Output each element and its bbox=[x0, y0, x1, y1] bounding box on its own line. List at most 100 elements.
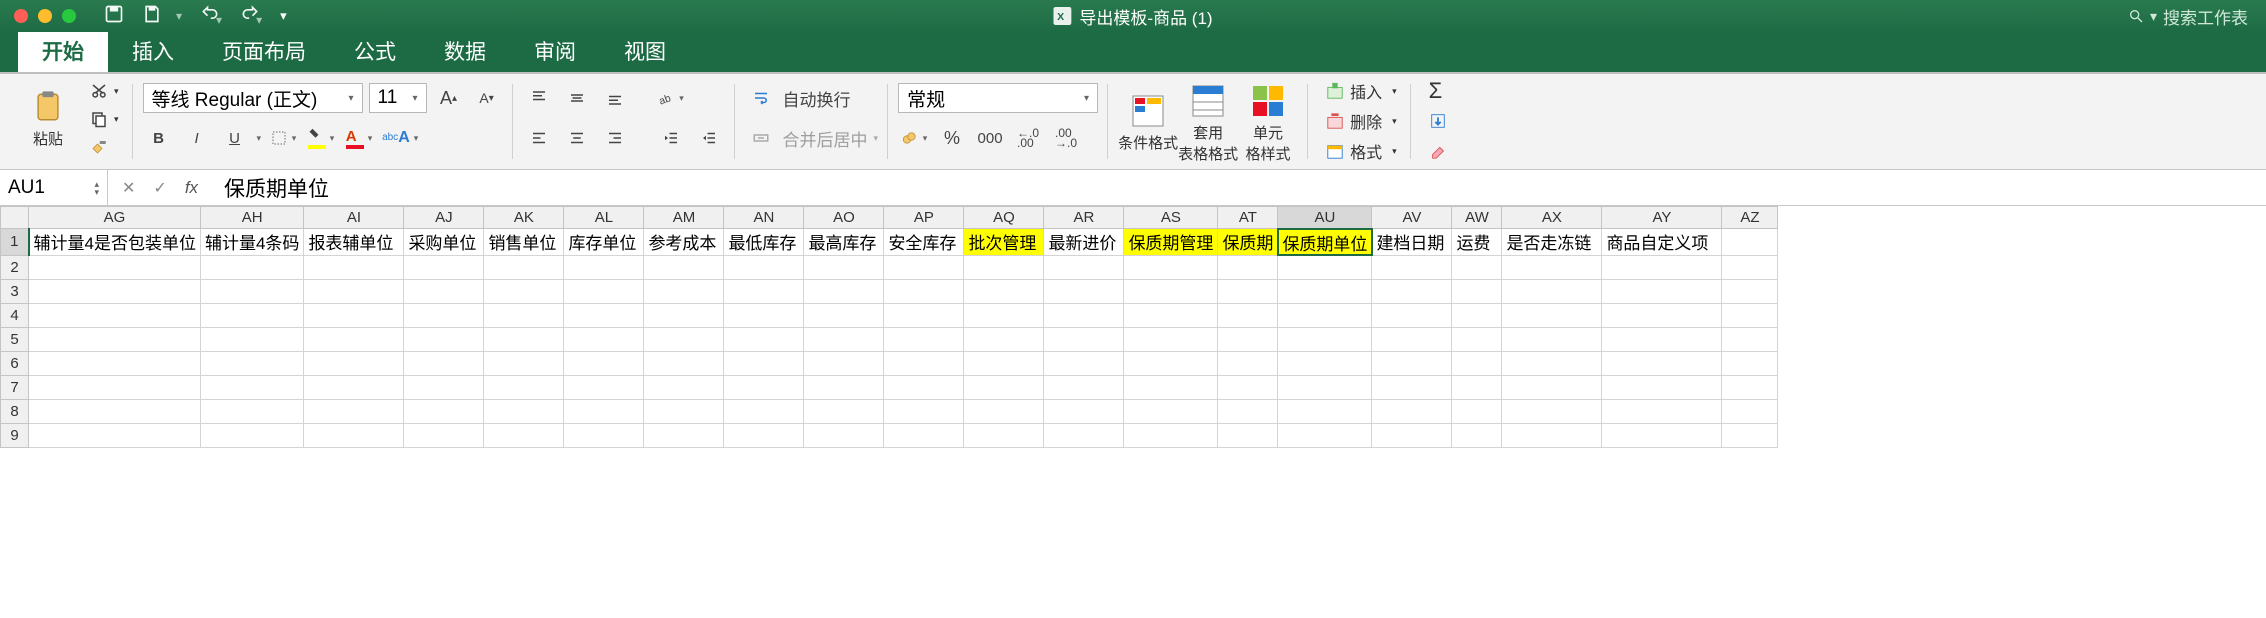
cell[interactable] bbox=[1372, 375, 1452, 399]
cell[interactable] bbox=[1124, 399, 1218, 423]
cell[interactable] bbox=[404, 279, 484, 303]
cell[interactable] bbox=[1124, 279, 1218, 303]
align-top-button[interactable] bbox=[523, 83, 555, 113]
format-as-table-button[interactable]: 套用 表格格式 bbox=[1178, 83, 1238, 165]
cell[interactable] bbox=[644, 423, 724, 447]
cell[interactable] bbox=[1124, 327, 1218, 351]
cell[interactable] bbox=[1372, 303, 1452, 327]
border-button[interactable] bbox=[267, 123, 299, 153]
tab-data[interactable]: 数据 bbox=[420, 30, 510, 72]
cell[interactable]: 参考成本 bbox=[644, 229, 724, 256]
cell[interactable] bbox=[304, 303, 404, 327]
cell[interactable]: 辅计量4条码 bbox=[200, 229, 303, 256]
cell[interactable] bbox=[1218, 423, 1278, 447]
cell[interactable] bbox=[804, 303, 884, 327]
cell[interactable] bbox=[404, 375, 484, 399]
cell[interactable] bbox=[884, 303, 964, 327]
wrap-text-button[interactable] bbox=[745, 83, 777, 113]
cell[interactable] bbox=[1218, 303, 1278, 327]
row-header[interactable]: 4 bbox=[1, 303, 29, 327]
cell[interactable] bbox=[964, 399, 1044, 423]
cell[interactable] bbox=[404, 255, 484, 279]
cell[interactable]: 采购单位 bbox=[404, 229, 484, 256]
fill-color-button[interactable] bbox=[305, 123, 337, 153]
align-right-button[interactable] bbox=[599, 123, 631, 153]
cell[interactable] bbox=[200, 303, 303, 327]
cell[interactable] bbox=[1372, 327, 1452, 351]
cell[interactable] bbox=[1502, 255, 1602, 279]
cell[interactable] bbox=[1124, 351, 1218, 375]
zoom-window-button[interactable] bbox=[62, 9, 76, 23]
fill-button[interactable] bbox=[1425, 108, 1451, 134]
cell[interactable] bbox=[304, 423, 404, 447]
cell[interactable] bbox=[804, 399, 884, 423]
cell[interactable] bbox=[29, 303, 201, 327]
cell[interactable] bbox=[644, 303, 724, 327]
cell[interactable] bbox=[1278, 279, 1372, 303]
cell[interactable] bbox=[724, 255, 804, 279]
name-box-stepper[interactable]: ▴▾ bbox=[94, 180, 99, 196]
cell[interactable]: 保质期 bbox=[1218, 229, 1278, 256]
cell[interactable] bbox=[484, 375, 564, 399]
cell[interactable] bbox=[644, 399, 724, 423]
cell[interactable] bbox=[1602, 399, 1722, 423]
cell[interactable] bbox=[964, 255, 1044, 279]
name-box[interactable]: AU1 ▴▾ bbox=[0, 170, 108, 205]
cell[interactable] bbox=[1124, 375, 1218, 399]
cell[interactable]: 报表辅单位 bbox=[304, 229, 404, 256]
cell[interactable] bbox=[29, 423, 201, 447]
search-sheet[interactable]: ▾ 搜索工作表 bbox=[2128, 4, 2266, 29]
cell[interactable] bbox=[1502, 399, 1602, 423]
close-window-button[interactable] bbox=[14, 9, 28, 23]
column-header[interactable]: AT bbox=[1218, 207, 1278, 229]
cell[interactable] bbox=[1278, 351, 1372, 375]
cell[interactable] bbox=[1218, 327, 1278, 351]
format-painter-button[interactable] bbox=[86, 134, 123, 160]
merge-center-button[interactable] bbox=[745, 123, 777, 153]
tab-formulas[interactable]: 公式 bbox=[330, 30, 420, 72]
cell[interactable] bbox=[1372, 351, 1452, 375]
cell[interactable] bbox=[484, 399, 564, 423]
cell[interactable]: 是否走冻链 bbox=[1502, 229, 1602, 256]
phonetic-button[interactable]: abcA bbox=[381, 123, 419, 153]
redo-icon[interactable]: ▾ bbox=[240, 4, 262, 29]
row-header[interactable]: 2 bbox=[1, 255, 29, 279]
cell[interactable] bbox=[1722, 279, 1778, 303]
increase-indent-button[interactable] bbox=[693, 123, 725, 153]
cell[interactable] bbox=[1722, 375, 1778, 399]
autosum-button[interactable]: Σ bbox=[1425, 78, 1451, 104]
cell[interactable] bbox=[1218, 255, 1278, 279]
cell[interactable] bbox=[964, 303, 1044, 327]
cell[interactable] bbox=[1502, 423, 1602, 447]
cell[interactable] bbox=[1372, 399, 1452, 423]
cell[interactable]: 保质期管理 bbox=[1124, 229, 1218, 256]
cell[interactable] bbox=[29, 327, 201, 351]
cell[interactable] bbox=[404, 303, 484, 327]
cell[interactable] bbox=[804, 327, 884, 351]
tab-insert[interactable]: 插入 bbox=[108, 30, 198, 72]
column-header[interactable]: AS bbox=[1124, 207, 1218, 229]
cell[interactable] bbox=[1372, 279, 1452, 303]
cell[interactable] bbox=[484, 303, 564, 327]
column-header[interactable]: AN bbox=[724, 207, 804, 229]
cell[interactable] bbox=[1452, 375, 1502, 399]
cell[interactable] bbox=[1278, 303, 1372, 327]
cell[interactable] bbox=[1602, 351, 1722, 375]
column-header[interactable]: AJ bbox=[404, 207, 484, 229]
cell[interactable]: 库存单位 bbox=[564, 229, 644, 256]
cell[interactable] bbox=[884, 399, 964, 423]
cell[interactable] bbox=[1278, 375, 1372, 399]
accounting-format-button[interactable] bbox=[898, 123, 930, 153]
decrease-font-button[interactable]: A▾ bbox=[471, 83, 503, 113]
align-left-button[interactable] bbox=[523, 123, 555, 153]
percent-button[interactable]: % bbox=[936, 123, 968, 153]
cell[interactable] bbox=[724, 303, 804, 327]
cell[interactable] bbox=[644, 327, 724, 351]
cell[interactable] bbox=[804, 255, 884, 279]
cell[interactable] bbox=[1502, 351, 1602, 375]
cell[interactable]: 最高库存 bbox=[804, 229, 884, 256]
cell[interactable] bbox=[404, 399, 484, 423]
column-header[interactable]: AZ bbox=[1722, 207, 1778, 229]
cell[interactable] bbox=[29, 279, 201, 303]
row-header[interactable]: 1 bbox=[1, 229, 29, 256]
